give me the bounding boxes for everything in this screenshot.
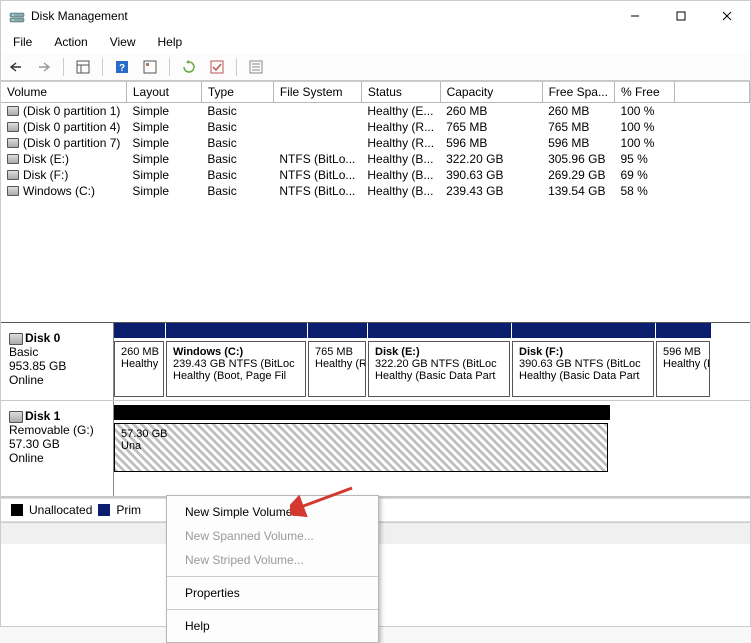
partition[interactable]: 765 MBHealthy (R (308, 341, 366, 397)
volume-row[interactable]: Disk (E:)SimpleBasicNTFS (BitLo...Health… (1, 151, 750, 167)
partition[interactable]: 596 MBHealthy (R (656, 341, 710, 397)
menu-help[interactable]: Help (167, 614, 378, 638)
disk-0-info: Disk 0 Basic 953.85 GB Online (1, 323, 114, 400)
unallocated-partition[interactable]: 57.30 GB Una (114, 423, 608, 472)
volume-list[interactable]: Volume Layout Type File System Status Ca… (1, 81, 750, 323)
volume-icon (7, 154, 19, 164)
col-volume[interactable]: Volume (1, 82, 126, 103)
view-button[interactable] (72, 56, 94, 78)
volume-row[interactable]: Disk (F:)SimpleBasicNTFS (BitLo...Health… (1, 167, 750, 183)
col-capacity[interactable]: Capacity (440, 82, 542, 103)
menu-action[interactable]: Action (48, 33, 93, 51)
partition[interactable]: Disk (F:)390.63 GB NTFS (BitLocHealthy (… (512, 341, 654, 397)
menu-new-spanned-volume: New Spanned Volume... (167, 524, 378, 548)
removable-disk-icon (9, 411, 23, 423)
help-toolbar-button[interactable]: ? (111, 56, 133, 78)
swatch-primary (98, 504, 110, 516)
col-freespace[interactable]: Free Spa... (542, 82, 614, 103)
volume-row[interactable]: Windows (C:)SimpleBasicNTFS (BitLo...Hea… (1, 183, 750, 199)
svg-text:?: ? (119, 63, 125, 74)
graphical-view: Disk 0 Basic 953.85 GB Online 260 MBHeal… (1, 323, 750, 498)
partition[interactable]: Disk (E:)322.20 GB NTFS (BitLocHealthy (… (368, 341, 510, 397)
menu-file[interactable]: File (7, 33, 38, 51)
swatch-unallocated (11, 504, 23, 516)
volume-icon (7, 122, 19, 132)
col-layout[interactable]: Layout (126, 82, 201, 103)
list-button[interactable] (245, 56, 267, 78)
disk-management-icon (9, 8, 25, 24)
back-button[interactable] (5, 56, 27, 78)
volume-icon (7, 138, 19, 148)
disk-1-strip (114, 405, 610, 420)
volume-row[interactable]: (Disk 0 partition 4)SimpleBasicHealthy (… (1, 119, 750, 135)
window-title: Disk Management (31, 9, 128, 23)
settings-toolbar-button[interactable] (139, 56, 161, 78)
volume-icon (7, 106, 19, 116)
col-type[interactable]: Type (201, 82, 273, 103)
partition[interactable]: Windows (C:)239.43 GB NTFS (BitLocHealth… (166, 341, 306, 397)
forward-button[interactable] (33, 56, 55, 78)
volume-icon (7, 186, 19, 196)
refresh-button[interactable] (178, 56, 200, 78)
menu-new-simple-volume[interactable]: New Simple Volume... (167, 500, 378, 524)
minimize-button[interactable] (612, 1, 658, 31)
menu-properties[interactable]: Properties (167, 581, 378, 605)
col-pctfree[interactable]: % Free (614, 82, 674, 103)
context-menu: New Simple Volume... New Spanned Volume.… (166, 495, 379, 643)
col-filesystem[interactable]: File System (273, 82, 361, 103)
disk-0[interactable]: Disk 0 Basic 953.85 GB Online 260 MBHeal… (1, 323, 750, 401)
menubar: File Action View Help (1, 31, 750, 53)
volume-row[interactable]: (Disk 0 partition 7)SimpleBasicHealthy (… (1, 135, 750, 151)
disk-1[interactable]: Disk 1 Removable (G:) 57.30 GB Online 57… (1, 401, 750, 497)
col-status[interactable]: Status (361, 82, 440, 103)
menu-help[interactable]: Help (152, 33, 189, 51)
volume-icon (7, 170, 19, 180)
legend-primary: Prim (116, 503, 141, 517)
menu-view[interactable]: View (104, 33, 142, 51)
titlebar: Disk Management (1, 1, 750, 31)
menu-new-striped-volume: New Striped Volume... (167, 548, 378, 572)
volume-row[interactable]: (Disk 0 partition 1)SimpleBasicHealthy (… (1, 103, 750, 120)
hard-disk-icon (9, 333, 23, 345)
check-button[interactable] (206, 56, 228, 78)
close-button[interactable] (704, 1, 750, 31)
maximize-button[interactable] (658, 1, 704, 31)
disk-1-info: Disk 1 Removable (G:) 57.30 GB Online (1, 401, 114, 496)
partition[interactable]: 260 MBHealthy (114, 341, 164, 397)
toolbar: ? (1, 53, 750, 81)
legend-unallocated: Unallocated (29, 503, 92, 517)
